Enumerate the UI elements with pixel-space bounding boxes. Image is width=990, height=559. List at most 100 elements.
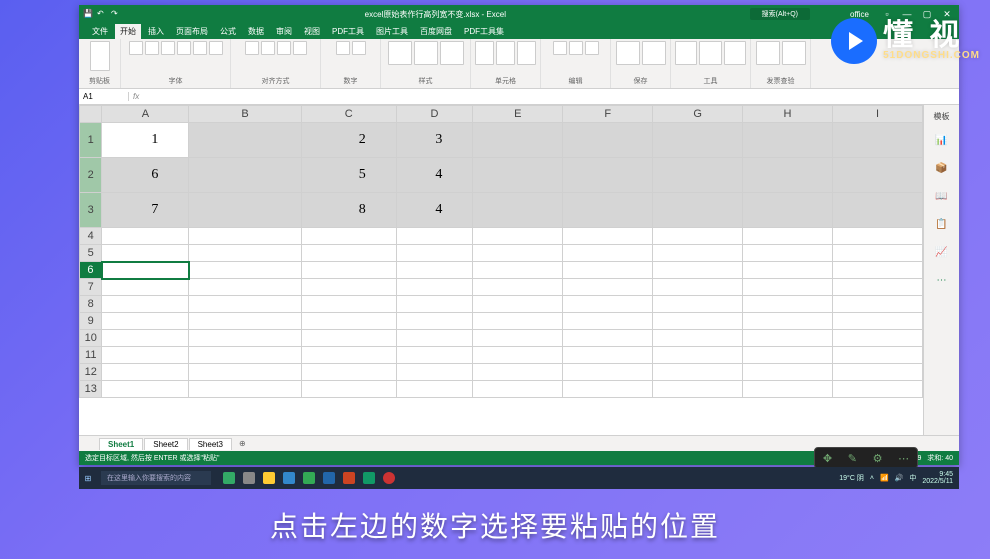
fx-input[interactable]: fx [129,92,959,101]
rec-more-icon[interactable]: ⋯ [898,452,909,465]
col-header-I[interactable]: I [832,106,922,123]
delete-cell[interactable] [496,41,515,65]
col-header-H[interactable]: H [743,106,833,123]
name-box[interactable]: A1 [79,92,129,101]
cell-E13[interactable] [473,381,563,398]
cell-F5[interactable] [563,245,653,262]
cell-A10[interactable] [102,330,189,347]
menu-baidu[interactable]: 百度网盘 [415,24,457,39]
cell-I2[interactable] [832,158,922,193]
cell-D8[interactable] [396,296,473,313]
tb-tray-up-icon[interactable]: ˄ [870,475,874,482]
cell-C12[interactable] [301,364,396,381]
cell-H5[interactable] [743,245,833,262]
tb-weather[interactable]: 19°C 阴 [839,473,864,483]
cell-B6[interactable] [189,262,301,279]
cell-I6[interactable] [832,262,922,279]
invoice[interactable] [782,41,806,65]
menu-file[interactable]: 文件 [87,24,113,39]
cell-F9[interactable] [563,313,653,330]
cell-B4[interactable] [189,228,301,245]
cell-D11[interactable] [396,347,473,364]
sp-finance[interactable]: 📊 [932,130,952,150]
cell-B12[interactable] [189,364,301,381]
rec-settings-icon[interactable]: ⚙ [873,452,883,465]
cell-H3[interactable] [743,193,833,228]
font-color-button[interactable] [209,41,223,55]
cell-F13[interactable] [563,381,653,398]
tb-excel-icon[interactable] [363,472,375,484]
cell-C4[interactable] [301,228,396,245]
cell-E12[interactable] [473,364,563,381]
tb-taskview-icon[interactable] [243,472,255,484]
find-select[interactable] [642,41,666,65]
tb-word-icon[interactable] [323,472,335,484]
row-header-2[interactable]: 2 [80,158,102,193]
sp-sales[interactable]: 📈 [932,242,952,262]
select-all-corner[interactable] [80,106,102,123]
cell-H11[interactable] [743,347,833,364]
menu-formula[interactable]: 公式 [215,24,241,39]
send[interactable] [699,41,721,65]
cell-I10[interactable] [832,330,922,347]
cell-G10[interactable] [653,330,743,347]
menu-insert[interactable]: 插入 [143,24,169,39]
col-header-G[interactable]: G [653,106,743,123]
tb-volume-icon[interactable]: 🔊 [895,474,904,482]
cell-F10[interactable] [563,330,653,347]
cell-I5[interactable] [832,245,922,262]
cell-G11[interactable] [653,347,743,364]
record[interactable] [756,41,780,65]
cond-format[interactable] [388,41,412,65]
taskbar-search[interactable]: 在这里输入你要搜索的内容 [101,471,211,485]
row-header-10[interactable]: 10 [80,330,102,347]
redo-icon[interactable]: ↷ [111,9,121,19]
tb-ime-icon[interactable]: 中 [909,473,916,483]
cell-A13[interactable] [102,381,189,398]
cell-G12[interactable] [653,364,743,381]
row-header-11[interactable]: 11 [80,347,102,364]
cell-I1[interactable] [832,123,922,158]
cell-H13[interactable] [743,381,833,398]
cell-styles[interactable] [440,41,464,65]
paste-button[interactable] [90,41,110,71]
cell-I7[interactable] [832,279,922,296]
format-cell[interactable] [517,41,536,65]
percent[interactable] [352,41,366,55]
menu-data[interactable]: 数据 [243,24,269,39]
row-header-1[interactable]: 1 [80,123,102,158]
cell-B8[interactable] [189,296,301,313]
cell-E5[interactable] [473,245,563,262]
row-header-9[interactable]: 9 [80,313,102,330]
underline-button[interactable] [161,41,175,55]
cell-G1[interactable] [653,123,743,158]
cell-F7[interactable] [563,279,653,296]
tab-sheet2[interactable]: Sheet2 [144,438,187,450]
cell-F12[interactable] [563,364,653,381]
cell-B5[interactable] [189,245,301,262]
autosum[interactable] [553,41,567,55]
pdf-convert[interactable] [675,41,697,65]
cell-B2[interactable] [189,158,301,193]
cell-A3[interactable]: 7 [102,193,189,228]
menu-pdf[interactable]: PDF工具 [327,24,369,39]
cell-B9[interactable] [189,313,301,330]
cell-C7[interactable] [301,279,396,296]
cell-F1[interactable] [563,123,653,158]
col-header-B[interactable]: B [189,106,301,123]
cell-B3[interactable] [189,193,301,228]
save-icon[interactable]: 💾 [83,9,93,19]
cell-I13[interactable] [832,381,922,398]
menu-pic[interactable]: 图片工具 [371,24,413,39]
row-header-8[interactable]: 8 [80,296,102,313]
cell-G3[interactable] [653,193,743,228]
cell-H12[interactable] [743,364,833,381]
start-button[interactable]: ⊞ [79,469,97,487]
cell-C8[interactable] [301,296,396,313]
italic-button[interactable] [145,41,159,55]
undo-icon[interactable]: ↶ [97,9,107,19]
cell-G9[interactable] [653,313,743,330]
cell-E3[interactable] [473,193,563,228]
col-header-D[interactable]: D [396,106,473,123]
cell-E9[interactable] [473,313,563,330]
